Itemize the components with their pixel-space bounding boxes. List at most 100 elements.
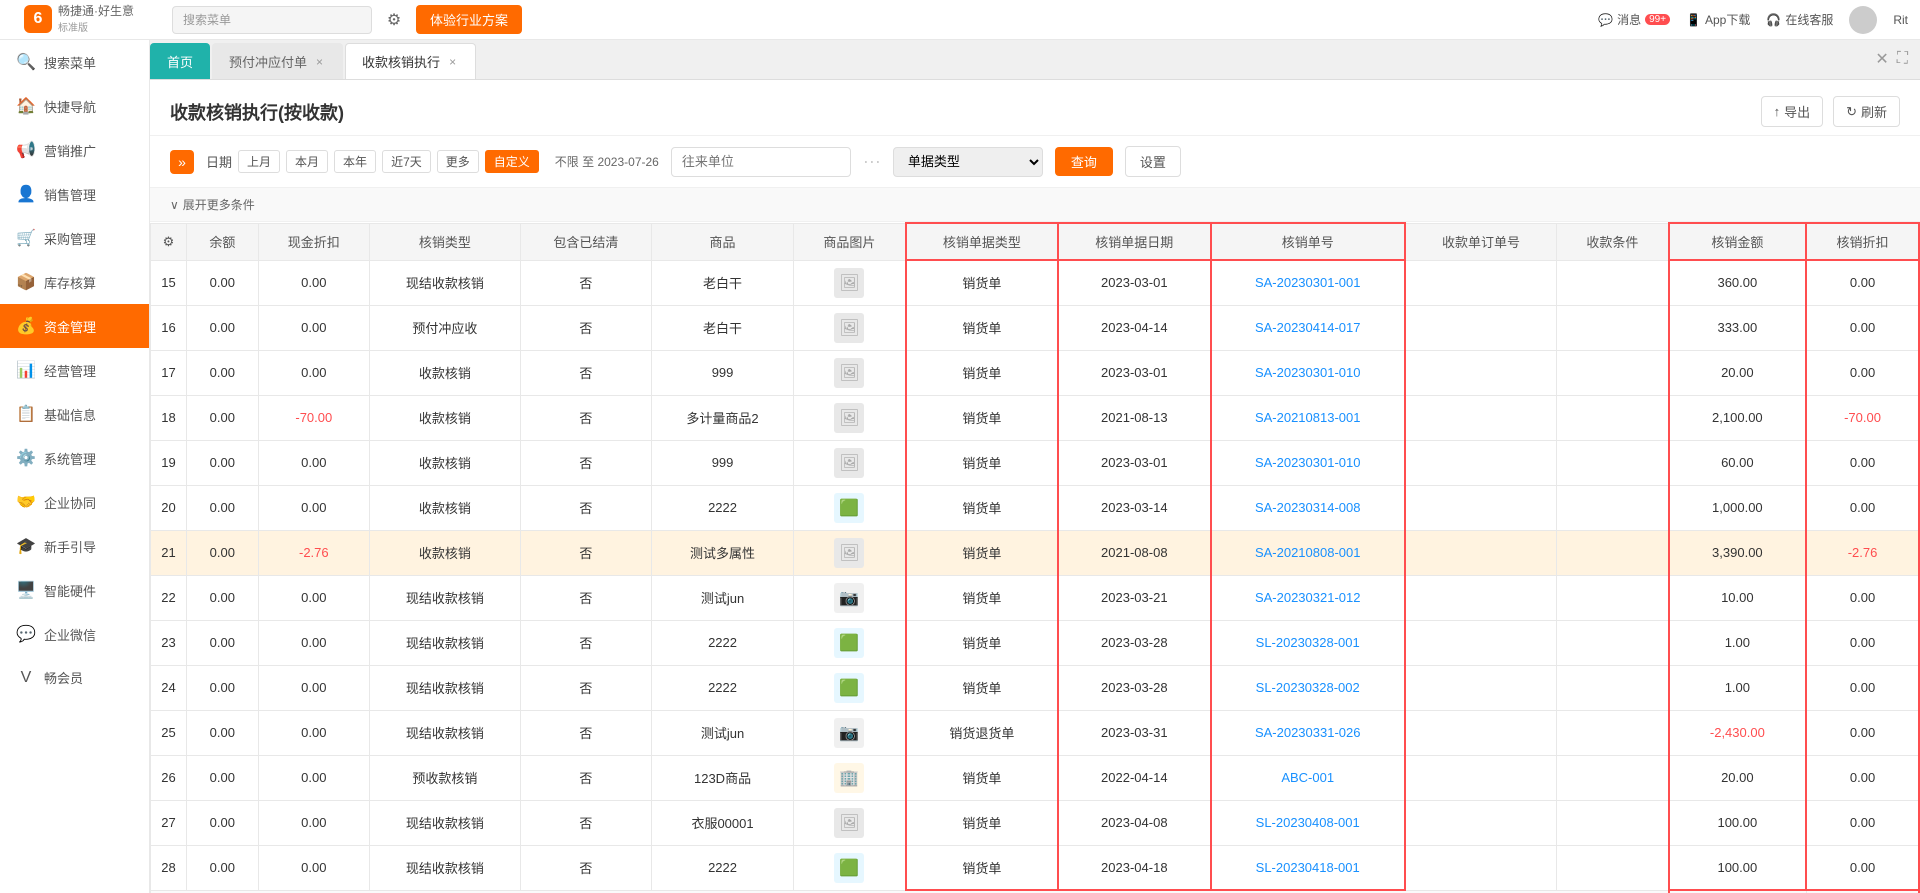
cell-writeoff-bill-no[interactable]: SL-20230328-001 [1211, 620, 1405, 665]
cell-receipt-condition [1557, 575, 1669, 620]
filter-expand-button[interactable]: » [170, 150, 194, 174]
cell-writeoff-discount: 0.00 [1806, 755, 1919, 800]
sidebar-item-basic-info[interactable]: 📋 基础信息 [0, 392, 149, 436]
cell-id: 22 [151, 575, 187, 620]
sidebar-item-finance[interactable]: 💰 资金管理 [0, 304, 149, 348]
cell-writeoff-amount: 3,390.00 [1669, 530, 1806, 575]
cell-writeoff-bill-no[interactable]: SA-20210808-001 [1211, 530, 1405, 575]
user-avatar[interactable] [1849, 6, 1877, 34]
cell-balance: 0.00 [187, 845, 259, 890]
cell-balance: 0.00 [187, 395, 259, 440]
close-window-icon[interactable]: ✕ [1875, 49, 1888, 69]
cell-writeoff-discount: 0.00 [1806, 485, 1919, 530]
cell-balance: 0.00 [187, 575, 259, 620]
cell-writeoff-bill-no[interactable]: SL-20230328-002 [1211, 665, 1405, 710]
cell-cash-discount: 0.00 [258, 350, 369, 395]
sidebar-item-system[interactable]: ⚙️ 系统管理 [0, 436, 149, 480]
sidebar-item-member[interactable]: V 畅会员 [0, 656, 149, 699]
sidebar-item-wechat[interactable]: 💬 企业微信 [0, 612, 149, 656]
cell-goods-img: 🏢 [794, 755, 906, 800]
tab-prepay[interactable]: 预付冲应付单 × [212, 43, 343, 79]
online-service-item[interactable]: 🎧 在线客服 [1766, 11, 1833, 28]
cell-writeoff-bill-no[interactable]: SA-20210813-001 [1211, 395, 1405, 440]
cell-include-settled: 否 [520, 350, 651, 395]
sidebar-item-search[interactable]: 🔍 搜索菜单 [0, 40, 149, 84]
partner-input[interactable] [671, 147, 851, 177]
export-label: 导出 [1784, 102, 1810, 121]
cell-goods-img: 🖼 [794, 800, 906, 845]
table-row: 220.000.00现结收款核销否测试jun📷销货单2023-03-21SA-2… [151, 575, 1920, 620]
single-type-select[interactable]: 单据类型 [893, 147, 1043, 177]
sidebar-item-marketing[interactable]: 📢 营销推广 [0, 128, 149, 172]
cell-writeoff-bill-type: 销货单 [906, 530, 1058, 575]
cell-writeoff-bill-type: 销货单 [906, 305, 1058, 350]
cell-writeoff-bill-no[interactable]: SL-20230408-001 [1211, 800, 1405, 845]
search-box[interactable]: 搜索菜单 [172, 6, 372, 34]
cell-receipt-condition [1557, 530, 1669, 575]
tab-writeoff[interactable]: 收款核销执行 × [345, 43, 476, 79]
cell-writeoff-bill-no[interactable]: SA-20230301-010 [1211, 440, 1405, 485]
tab-home[interactable]: 首页 [150, 43, 210, 79]
th-writeoff-amount: 核销金额 [1669, 223, 1806, 260]
cell-receipt-condition [1557, 710, 1669, 755]
cell-writeoff-discount: 0.00 [1806, 350, 1919, 395]
prepay-tab-close[interactable]: × [313, 54, 326, 70]
cell-writeoff-bill-type: 销货单 [906, 845, 1058, 890]
more-btn[interactable]: 更多 [437, 150, 479, 173]
notification-badge: 99+ [1645, 14, 1670, 25]
bell-icon: 💬 [1598, 13, 1613, 27]
sidebar-item-quicknav[interactable]: 🏠 快捷导航 [0, 84, 149, 128]
export-button[interactable]: ↑ 导出 [1761, 96, 1824, 127]
cell-goods: 多计量商品2 [651, 395, 793, 440]
cell-writeoff-discount: 0.00 [1806, 440, 1919, 485]
page-header: 收款核销执行(按收款) ↑ 导出 ↻ 刷新 [150, 80, 1920, 136]
sidebar-label-inventory: 库存核算 [44, 273, 96, 292]
sidebar-item-inventory[interactable]: 📦 库存核算 [0, 260, 149, 304]
cell-writeoff-bill-no[interactable]: ABC-001 [1211, 755, 1405, 800]
cell-writeoff-bill-no[interactable]: SA-20230414-017 [1211, 305, 1405, 350]
sidebar-item-sales[interactable]: 👤 销售管理 [0, 172, 149, 216]
setting-button[interactable]: 设置 [1125, 146, 1181, 177]
table-row: 150.000.00现结收款核销否老白干🖼销货单2023-03-01SA-202… [151, 260, 1920, 305]
cell-id: 28 [151, 845, 187, 890]
cell-writeoff-amount: 100.00 [1669, 800, 1806, 845]
cell-id: 16 [151, 305, 187, 350]
last-month-btn[interactable]: 上月 [238, 150, 280, 173]
user-name[interactable]: Rit [1893, 13, 1908, 27]
cell-writeoff-bill-no[interactable]: SA-20230321-012 [1211, 575, 1405, 620]
cell-include-settled: 否 [520, 440, 651, 485]
sidebar-item-purchase[interactable]: 🛒 采购管理 [0, 216, 149, 260]
notification-item[interactable]: 💬 消息 99+ [1598, 11, 1670, 28]
refresh-button[interactable]: ↻ 刷新 [1833, 96, 1900, 127]
writeoff-tab-close[interactable]: × [446, 54, 459, 70]
query-button[interactable]: 查询 [1055, 147, 1113, 176]
cell-writeoff-bill-no[interactable]: SA-20230314-008 [1211, 485, 1405, 530]
sidebar-item-guide[interactable]: 🎓 新手引导 [0, 524, 149, 568]
gear-button[interactable]: ⚙ [380, 6, 408, 34]
custom-btn[interactable]: 自定义 [485, 150, 539, 173]
industry-button[interactable]: 体验行业方案 [416, 5, 522, 34]
sidebar-item-collab[interactable]: 🤝 企业协同 [0, 480, 149, 524]
expand-conditions: ∨ 展开更多条件 [150, 188, 1920, 222]
recent7-btn[interactable]: 近7天 [382, 150, 431, 173]
guide-icon: 🎓 [16, 536, 36, 556]
sidebar-item-operations[interactable]: 📊 经营管理 [0, 348, 149, 392]
this-year-btn[interactable]: 本年 [334, 150, 376, 173]
cell-include-settled: 否 [520, 530, 651, 575]
app-download-item[interactable]: 📱 App下载 [1686, 11, 1750, 28]
cell-writeoff-type: 预付冲应收 [369, 305, 520, 350]
cell-writeoff-bill-no[interactable]: SA-20230331-026 [1211, 710, 1405, 755]
cell-writeoff-amount: 60.00 [1669, 440, 1806, 485]
cell-writeoff-bill-no[interactable]: SL-20230418-001 [1211, 845, 1405, 890]
expand-conditions-btn[interactable]: ∨ 展开更多条件 [170, 194, 255, 215]
th-gear[interactable]: ⚙ [151, 223, 187, 260]
cell-id: 26 [151, 755, 187, 800]
cell-writeoff-bill-no[interactable]: SA-20230301-001 [1211, 260, 1405, 305]
maximize-icon[interactable]: ⛶ [1897, 50, 1908, 68]
sidebar-item-hardware[interactable]: 🖥️ 智能硬件 [0, 568, 149, 612]
headset-icon: 🎧 [1766, 13, 1781, 27]
cell-writeoff-bill-type: 销货单 [906, 395, 1058, 440]
this-month-btn[interactable]: 本月 [286, 150, 328, 173]
cell-writeoff-bill-no[interactable]: SA-20230301-010 [1211, 350, 1405, 395]
cell-goods: 2222 [651, 620, 793, 665]
